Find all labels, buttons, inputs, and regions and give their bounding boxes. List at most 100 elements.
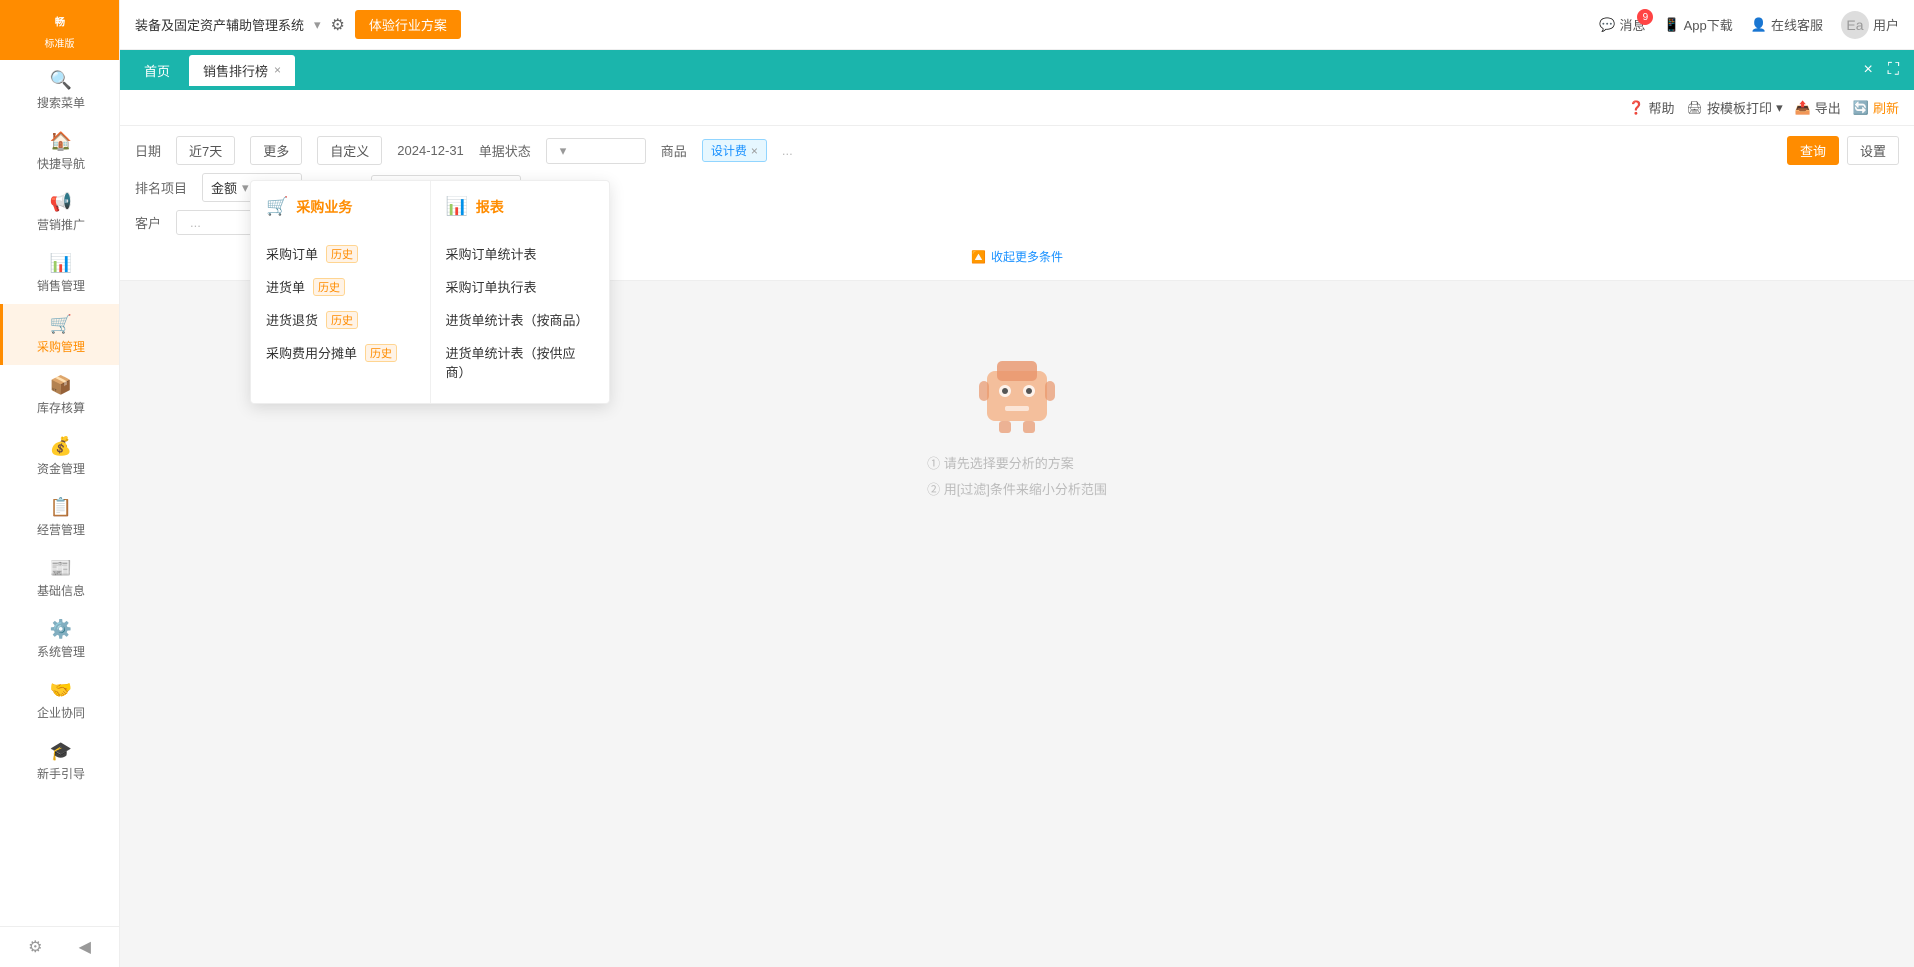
purchase-col-icon: 🛒 xyxy=(266,196,288,217)
report-receipt-goods-item[interactable]: 进货单统计表（按商品） xyxy=(446,303,595,336)
report-po-stats-item[interactable]: 采购订单统计表 xyxy=(446,237,595,270)
sidebar-item-marketing[interactable]: 📢 营销推广 xyxy=(0,182,119,243)
refresh-icon: 🔄 xyxy=(1853,100,1869,116)
purchase-return-badge: 历史 xyxy=(326,311,358,329)
sidebar-item-basic-info[interactable]: 📰 基础信息 xyxy=(0,548,119,609)
sidebar-item-guide-label: 新手引导 xyxy=(37,765,85,782)
sidebar-item-basic-info-label: 基础信息 xyxy=(37,582,85,599)
filter-actions-right: 查询 设置 xyxy=(1787,136,1899,165)
sidebar-item-sales[interactable]: 📊 销售管理 xyxy=(0,243,119,304)
sidebar-nav: 🔍 搜索菜单 🏠 快捷导航 📢 营销推广 📊 销售管理 🛒 采购管理 📦 库存核… xyxy=(0,60,119,926)
report-receipt-supplier-item[interactable]: 进货单统计表（按供应商） xyxy=(446,336,595,388)
export-label: 导出 xyxy=(1815,98,1841,117)
notification-btn[interactable]: 💬 消息 9 xyxy=(1599,15,1645,34)
home-icon: 🏠 xyxy=(50,131,72,152)
topbar-dropdown-btn[interactable]: ▾ xyxy=(314,17,321,33)
finance-icon: 💰 xyxy=(50,436,72,457)
collapse-icon: 🔼 xyxy=(971,250,986,264)
purchase-col-title: 采购业务 xyxy=(296,197,352,217)
online-service-btn[interactable]: 👤 在线客服 xyxy=(1751,15,1823,34)
topbar-settings-btn[interactable]: ⚙ xyxy=(331,15,345,35)
sidebar-item-search[interactable]: 🔍 搜索菜单 xyxy=(0,60,119,121)
print-icon: 🖨 xyxy=(1687,100,1704,116)
settings-btn[interactable]: 设置 xyxy=(1847,136,1899,165)
logo-icon: 畅 xyxy=(42,10,78,33)
goods-more-dots[interactable]: ... xyxy=(782,143,793,158)
ranking-label: 排名项目 xyxy=(135,178,187,197)
sidebar-item-operations[interactable]: 📋 经营管理 xyxy=(0,487,119,548)
status-select[interactable]: ▾ xyxy=(546,138,646,164)
sidebar-item-quick-nav-label: 快捷导航 xyxy=(37,155,85,172)
main-area: 装备及固定资产辅助管理系统 ▾ ⚙ 体验行业方案 💬 消息 9 📱 App下载 … xyxy=(120,0,1914,967)
report-po-stats-label: 采购订单统计表 xyxy=(446,244,537,263)
sidebar-item-finance-label: 资金管理 xyxy=(37,460,85,477)
app-download-btn[interactable]: 📱 App下载 xyxy=(1663,15,1732,34)
purchase-expense-item[interactable]: 采购费用分摊单 历史 xyxy=(266,336,415,369)
collapse-btn[interactable]: 🔼 收起更多条件 xyxy=(966,243,1068,270)
sidebar-item-operations-label: 经营管理 xyxy=(37,521,85,538)
sidebar-item-enterprise[interactable]: 🤝 企业协同 xyxy=(0,670,119,731)
sidebar-item-marketing-label: 营销推广 xyxy=(37,216,85,233)
online-service-label: 在线客服 xyxy=(1771,15,1823,34)
notification-icon: 💬 xyxy=(1599,17,1615,33)
tabs-close-all-btn[interactable]: × xyxy=(1858,59,1877,81)
purchase-col-header: 🛒 采购业务 xyxy=(266,196,415,225)
date-custom-btn[interactable]: 自定义 xyxy=(317,136,382,165)
system-title: 装备及固定资产辅助管理系统 xyxy=(135,15,304,34)
sidebar-item-quick-nav[interactable]: 🏠 快捷导航 xyxy=(0,121,119,182)
ranking-chevron: ▾ xyxy=(242,180,249,196)
sidebar: 畅 标准版 🔍 搜索菜单 🏠 快捷导航 📢 营销推广 📊 销售管理 🛒 采购管理… xyxy=(0,0,120,967)
tab-sales-ranking[interactable]: 销售排行榜 × xyxy=(189,55,295,86)
report-col: 📊 报表 采购订单统计表 采购订单执行表 进货单统计表（按商品） 进货单统计表（… xyxy=(431,181,610,403)
topbar-right: 💬 消息 9 📱 App下载 👤 在线客服 Ea 用户 xyxy=(1599,11,1899,39)
sidebar-collapse-btn[interactable]: ◀ xyxy=(79,937,91,957)
customer-label: 客户 xyxy=(135,213,161,232)
industry-btn[interactable]: 体验行业方案 xyxy=(355,10,461,39)
search-icon: 🔍 xyxy=(50,70,72,91)
sidebar-item-inventory[interactable]: 📦 库存核算 xyxy=(0,365,119,426)
user-label: 用户 xyxy=(1873,15,1899,34)
goods-tag-remove[interactable]: × xyxy=(751,144,758,158)
tabs-bar-actions: × ⛶ xyxy=(1858,59,1904,81)
customer-dots[interactable]: ... xyxy=(190,215,201,230)
sidebar-item-guide[interactable]: 🎓 新手引导 xyxy=(0,731,119,792)
export-icon: 📤 xyxy=(1795,100,1811,116)
purchase-icon: 🛒 xyxy=(50,314,72,335)
sales-icon: 📊 xyxy=(50,253,72,274)
sidebar-item-finance[interactable]: 💰 资金管理 xyxy=(0,426,119,487)
purchase-order-item[interactable]: 采购订单 历史 xyxy=(266,237,415,270)
sidebar-item-inventory-label: 库存核算 xyxy=(37,399,85,416)
purchase-expense-label: 采购费用分摊单 xyxy=(266,343,357,362)
ranking-value: 金额 xyxy=(211,178,237,197)
sidebar-bottom: ⚙ ◀ xyxy=(0,926,119,967)
tab-home[interactable]: 首页 xyxy=(130,55,184,86)
date-7days-btn[interactable]: 近7天 xyxy=(176,136,235,165)
help-btn[interactable]: ❓ 帮助 xyxy=(1628,98,1674,117)
user-btn[interactable]: Ea 用户 xyxy=(1841,11,1899,39)
tab-close-btn[interactable]: × xyxy=(274,63,281,77)
print-label: 按模板打印 xyxy=(1707,98,1772,117)
tabs-bar: 首页 销售排行榜 × × ⛶ xyxy=(120,50,1914,90)
empty-hint-1: ① 请先选择要分析的方案 xyxy=(927,451,1107,477)
topbar: 装备及固定资产辅助管理系统 ▾ ⚙ 体验行业方案 💬 消息 9 📱 App下载 … xyxy=(120,0,1914,50)
print-btn[interactable]: 🖨 按模板打印 ▾ xyxy=(1687,98,1783,117)
sidebar-settings-btn[interactable]: ⚙ xyxy=(28,937,42,957)
date-label: 日期 xyxy=(135,141,161,160)
report-receipt-supplier-label: 进货单统计表（按供应商） xyxy=(446,343,595,381)
report-col-title: 报表 xyxy=(476,197,504,217)
marketing-icon: 📢 xyxy=(50,192,72,213)
purchase-receipt-item[interactable]: 进货单 历史 xyxy=(266,270,415,303)
sidebar-item-system[interactable]: ⚙️ 系统管理 xyxy=(0,609,119,670)
refresh-btn[interactable]: 🔄 刷新 xyxy=(1853,98,1899,117)
help-icon: ❓ xyxy=(1628,100,1644,116)
report-col-header: 📊 报表 xyxy=(446,196,595,225)
query-btn[interactable]: 查询 xyxy=(1787,136,1839,165)
purchase-return-item[interactable]: 进货退货 历史 xyxy=(266,303,415,336)
inventory-icon: 📦 xyxy=(50,375,72,396)
sidebar-item-purchase[interactable]: 🛒 采购管理 xyxy=(0,304,119,365)
report-po-exec-item[interactable]: 采购订单执行表 xyxy=(446,270,595,303)
tabs-expand-btn[interactable]: ⛶ xyxy=(1883,59,1904,81)
date-more-btn[interactable]: 更多 xyxy=(250,136,302,165)
export-btn[interactable]: 📤 导出 xyxy=(1795,98,1841,117)
filter-row-1: 日期 近7天 更多 自定义 2024-12-31 单据状态 ▾ 商品 设计费 ×… xyxy=(135,136,1899,165)
